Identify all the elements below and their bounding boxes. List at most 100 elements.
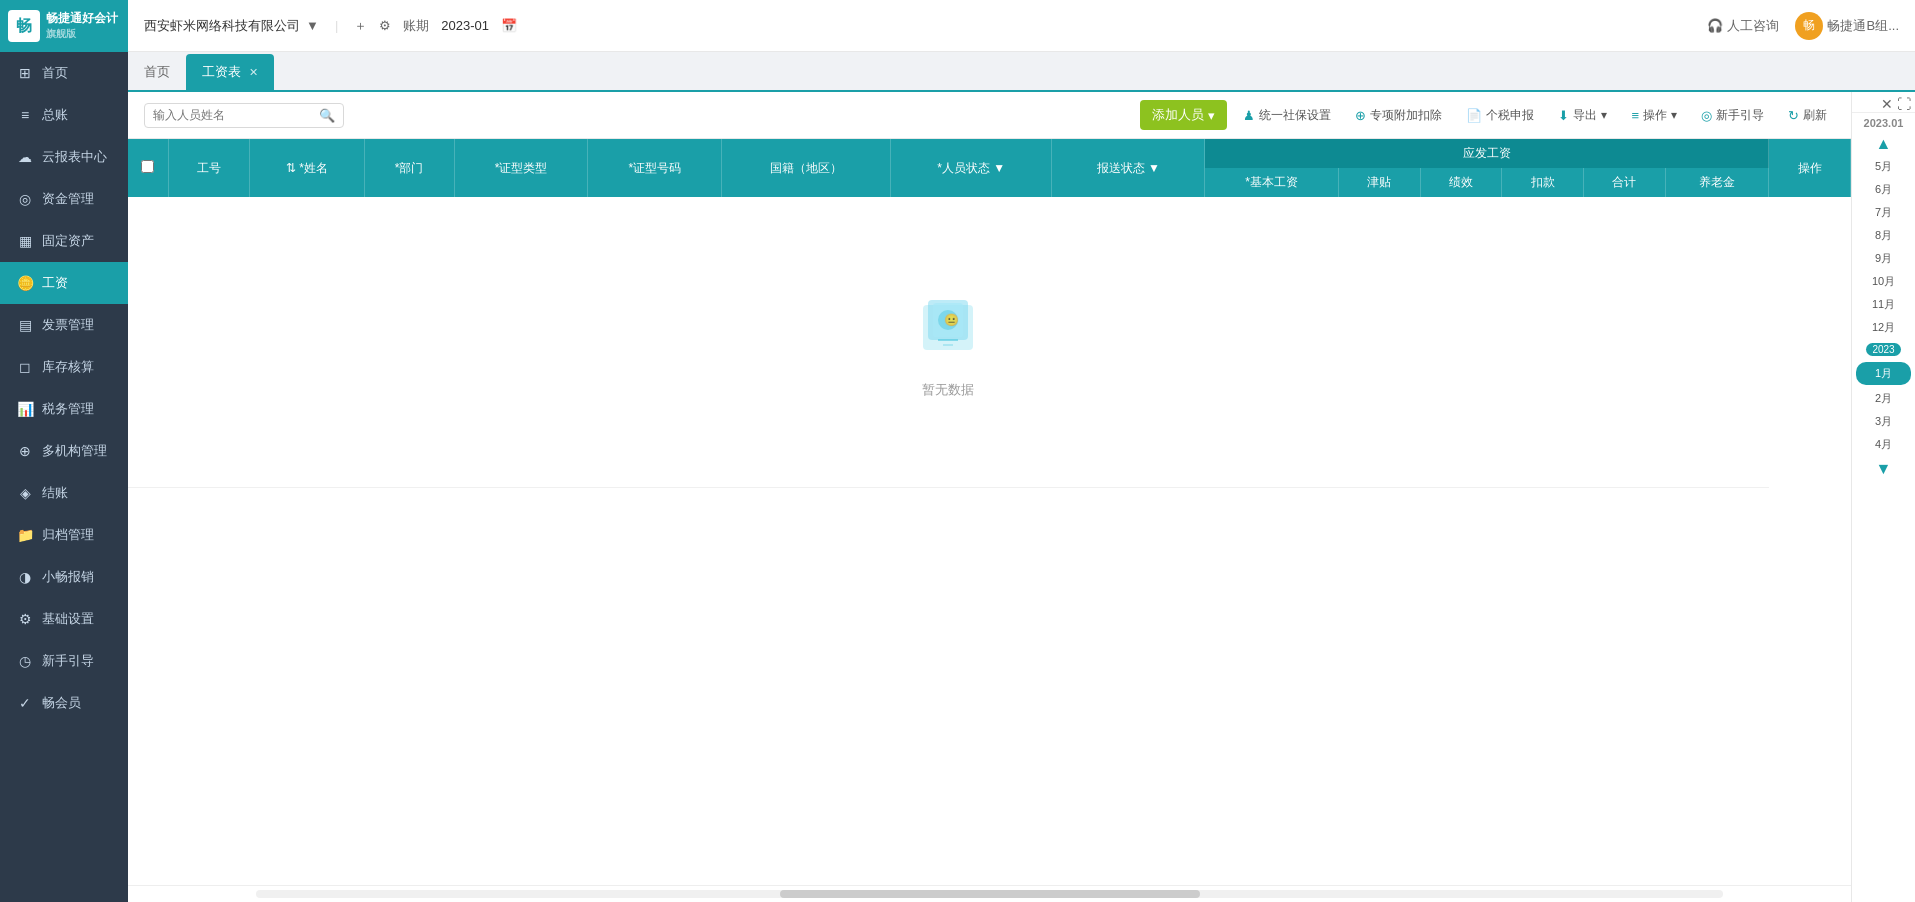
personal-tax-button[interactable]: 📄 个税申报 [1458,103,1542,128]
month-item-9[interactable]: 9月 [1852,247,1915,270]
month-item-6[interactable]: 6月 [1852,178,1915,201]
empty-text: 暂无数据 [922,381,974,399]
sidebar-item-label: 税务管理 [42,400,94,418]
month-item-jan-active[interactable]: 1月 [1856,362,1911,385]
sidebar-item-label: 新手引导 [42,652,94,670]
settings-button[interactable]: ⚙ [379,18,391,33]
export-dropdown-icon: ▾ [1601,108,1607,122]
sidebar-item-fixed-assets[interactable]: ▦ 固定资产 [0,220,128,262]
year-2023-badge-wrapper: 2023 [1852,339,1915,360]
refresh-icon: ↻ [1788,108,1799,123]
add-company-button[interactable]: ＋ [354,17,367,35]
sidebar-item-label: 云报表中心 [42,148,107,166]
sidebar-item-expense[interactable]: ◑ 小畅报销 [0,556,128,598]
right-panel: ✕ ⛶ 2023.01 ▲ 5月 6月 7月 8月 9月 10月 11月 12月 [1851,92,1915,902]
company-name: 西安虾米网络科技有限公司 [144,17,300,35]
special-deduction-button[interactable]: ⊕ 专项附加扣除 [1347,103,1450,128]
tab-salary-table[interactable]: 工资表 ✕ [186,54,274,90]
company-selector[interactable]: 西安虾米网络科技有限公司 ▼ [144,17,319,35]
th-base-salary: *基本工资 [1205,168,1339,197]
th-total: 合计 [1584,168,1666,197]
sidebar-item-close[interactable]: ◈ 结账 [0,472,128,514]
sidebar-item-member[interactable]: ✓ 畅会员 [0,682,128,724]
sidebar-item-label: 归档管理 [42,526,94,544]
scrollbar-area [128,885,1851,902]
sidebar-item-archive[interactable]: 📁 归档管理 [0,514,128,556]
tab-home-label: 首页 [144,63,170,81]
select-all-checkbox[interactable] [141,160,154,173]
th-performance: 绩效 [1420,168,1502,197]
home-icon: ⊞ [16,65,34,81]
search-input[interactable] [153,108,313,122]
refresh-button[interactable]: ↻ 刷新 [1780,103,1835,128]
main-content: 西安虾米网络科技有限公司 ▼ | ＋ ⚙ 账期 2023-01 📅 🎧 人工咨询… [128,0,1915,902]
horizontal-scrollbar[interactable] [256,890,1723,898]
month-item-apr[interactable]: 4月 [1852,433,1915,456]
expense-icon: ◑ [16,569,34,585]
sidebar-item-tax[interactable]: 📊 税务管理 [0,388,128,430]
gear-icon: ⚙ [379,18,391,33]
month-item-5[interactable]: 5月 [1852,155,1915,178]
tab-close-icon[interactable]: ✕ [249,66,258,79]
month-item-10[interactable]: 10月 [1852,270,1915,293]
th-employee-id: 工号 [168,139,250,197]
panel-expand-button[interactable]: ⛶ [1897,96,1911,112]
sidebar-item-inventory[interactable]: ◻ 库存核算 [0,346,128,388]
operation-icon: ≡ [1631,108,1639,123]
th-report-status[interactable]: 报送状态 ▼ [1052,139,1205,197]
sidebar-item-salary[interactable]: 🪙 工资 [0,262,128,304]
tax-report-icon: 📄 [1466,108,1482,123]
th-nationality: 国籍（地区） [722,139,891,197]
user-menu[interactable]: 畅 畅捷通B组... [1795,12,1899,40]
sidebar-item-label: 基础设置 [42,610,94,628]
panel-controls: ✕ ⛶ [1852,92,1915,113]
th-checkbox[interactable] [128,139,168,197]
invoice-icon: ▤ [16,317,34,333]
search-wrapper: 🔍 [144,103,344,128]
export-button[interactable]: ⬇ 导出 ▾ [1550,103,1615,128]
up-arrow-icon[interactable]: ▲ [1876,135,1892,152]
tab-home[interactable]: 首页 [128,54,186,90]
deduction-icon: ⊕ [1355,108,1366,123]
sidebar-item-label: 多机构管理 [42,442,107,460]
sidebar-item-guide[interactable]: ◷ 新手引导 [0,640,128,682]
sidebar-item-invoice[interactable]: ▤ 发票管理 [0,304,128,346]
sidebar-item-cloud-report[interactable]: ☁ 云报表中心 [0,136,128,178]
scrollbar-thumb[interactable] [780,890,1200,898]
multi-org-icon: ⊕ [16,443,34,459]
sidebar-item-fund[interactable]: ◎ 资金管理 [0,178,128,220]
settings-icon: ⚙ [16,611,34,627]
nav-up[interactable]: ▲ [1852,133,1915,155]
panel-close-button[interactable]: ✕ [1881,96,1893,112]
down-arrow-icon[interactable]: ▼ [1876,460,1892,477]
sidebar-item-label: 资金管理 [42,190,94,208]
month-item-mar[interactable]: 3月 [1852,410,1915,433]
calendar-icon[interactable]: 📅 [501,18,517,33]
month-item-12[interactable]: 12月 [1852,316,1915,339]
nav-down[interactable]: ▼ [1852,456,1915,482]
operation-dropdown-icon: ▾ [1671,108,1677,122]
month-item-7[interactable]: 7月 [1852,201,1915,224]
support-button[interactable]: 🎧 人工咨询 [1707,17,1779,35]
sidebar-item-label: 结账 [42,484,68,502]
toolbar: 🔍 添加人员 ▾ ♟ 统一社保设置 ⊕ 专项附加扣除 [128,92,1851,139]
sidebar-item-home[interactable]: ⊞ 首页 [0,52,128,94]
th-personnel-status[interactable]: *人员状态 ▼ [891,139,1052,197]
sidebar-item-ledger[interactable]: ≡ 总账 [0,94,128,136]
sidebar-item-multi-org[interactable]: ⊕ 多机构管理 [0,430,128,472]
guide-button[interactable]: ◎ 新手引导 [1693,103,1772,128]
social-security-button[interactable]: ♟ 统一社保设置 [1235,103,1339,128]
period-value: 2023-01 [441,18,489,33]
member-icon: ✓ [16,695,34,711]
th-id-number: *证型号码 [588,139,722,197]
month-item-feb[interactable]: 2月 [1852,387,1915,410]
social-security-label: 统一社保设置 [1259,107,1331,124]
month-item-11[interactable]: 11月 [1852,293,1915,316]
month-item-8[interactable]: 8月 [1852,224,1915,247]
social-icon: ♟ [1243,108,1255,123]
add-person-button[interactable]: 添加人员 ▾ [1140,100,1227,130]
operation-button[interactable]: ≡ 操作 ▾ [1623,103,1685,128]
add-person-label: 添加人员 [1152,106,1204,124]
th-operation: 操作 [1769,139,1851,197]
sidebar-item-basic[interactable]: ⚙ 基础设置 [0,598,128,640]
